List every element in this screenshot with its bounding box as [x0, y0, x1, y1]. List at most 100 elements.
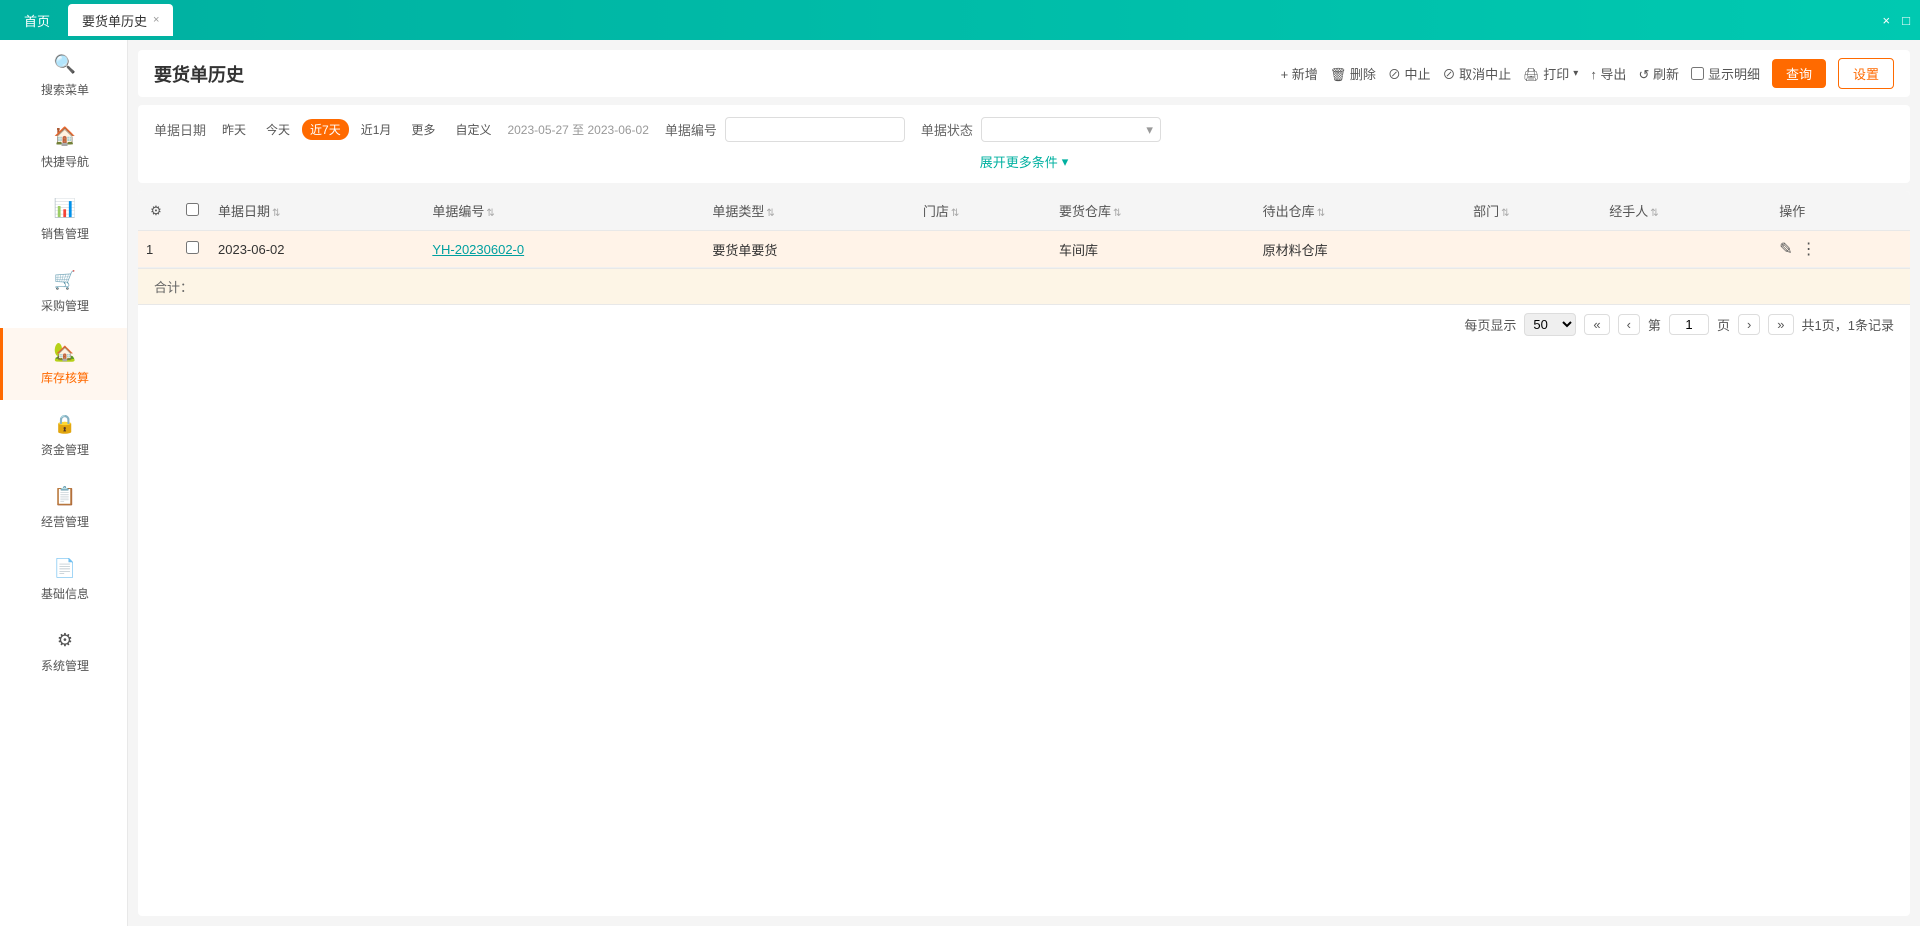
th-handler[interactable]: 经手人⇅ — [1601, 191, 1771, 231]
top-bar: 首页 要货单历史 × × □ — [0, 0, 1920, 40]
row-doc-number: YH-20230602-0 — [424, 231, 704, 268]
date-pill-custom[interactable]: 自定义 — [447, 119, 499, 140]
next-page-btn[interactable]: › — [1738, 314, 1760, 335]
sidebar-item-search-menu[interactable]: 🔍 搜索菜单 — [0, 40, 127, 112]
sidebar-item-system[interactable]: ⚙ 系统管理 — [0, 616, 127, 688]
settings-gear-icon[interactable]: ⚙ — [150, 203, 162, 218]
sidebar-item-purchase[interactable]: 🛒 采购管理 — [0, 256, 127, 328]
show-detail-toggle[interactable]: 显示明细 — [1691, 64, 1760, 83]
th-department[interactable]: 部门⇅ — [1465, 191, 1601, 231]
table-row: 1 2023-06-02 YH-20230602-0 要货单要货 车间库 原材料… — [138, 231, 1910, 268]
row-doc-date: 2023-06-02 — [210, 231, 424, 268]
sidebar-label-basic-info: 基础信息 — [41, 585, 89, 602]
main-layout: 🔍 搜索菜单 🏠 快捷导航 📊 销售管理 🛒 采购管理 🏡 库存核算 🔒 资金管… — [0, 40, 1920, 926]
finance-icon: 🔒 — [54, 414, 76, 435]
delete-label: 🗑 删除 — [1330, 64, 1376, 83]
th-doc-date[interactable]: 单据日期⇅ — [210, 191, 424, 231]
new-button[interactable]: + 新增 — [1281, 64, 1318, 83]
th-doc-type[interactable]: 单据类型⇅ — [704, 191, 914, 231]
tab-requisition-history[interactable]: 要货单历史 × — [68, 4, 173, 36]
tab-close-icon[interactable]: × — [153, 14, 159, 26]
doc-number-link[interactable]: YH-20230602-0 — [432, 242, 524, 257]
row-checkbox[interactable] — [186, 241, 199, 254]
page-size-label: 每页显示 — [1464, 315, 1516, 334]
th-pending-warehouse[interactable]: 待出仓库⇅ — [1255, 191, 1465, 231]
tab-home[interactable]: 首页 — [10, 4, 64, 36]
date-pill-more[interactable]: 更多 — [403, 119, 443, 140]
sort-icon-doc-number: ⇅ — [486, 208, 494, 219]
th-doc-number[interactable]: 单据编号⇅ — [424, 191, 704, 231]
summary-label: 合计： — [154, 277, 193, 296]
page-size-select[interactable]: 50 20 100 — [1524, 313, 1576, 336]
date-pill-today[interactable]: 今天 — [258, 119, 298, 140]
date-pill-1month[interactable]: 近1月 — [353, 119, 400, 140]
select-all-checkbox[interactable] — [186, 203, 199, 216]
row-pending-warehouse: 原材料仓库 — [1255, 231, 1465, 268]
sidebar-item-operations[interactable]: 📋 经营管理 — [0, 472, 127, 544]
prev-page-btn[interactable]: ‹ — [1618, 314, 1640, 335]
sidebar-label-operations: 经营管理 — [41, 513, 89, 530]
date-pill-yesterday[interactable]: 昨天 — [214, 119, 254, 140]
export-label: ↑ 导出 — [1590, 64, 1626, 83]
first-page-btn[interactable]: « — [1584, 314, 1609, 335]
doc-status-filter-group: 单据状态 ▾ — [921, 117, 1161, 142]
row-checkbox-cell — [174, 231, 210, 268]
row-action: ✎ ⋮ — [1771, 231, 1910, 268]
stop-button[interactable]: ⊘ 中止 — [1388, 64, 1431, 83]
query-button[interactable]: 查询 — [1772, 59, 1826, 88]
sort-icon-handler: ⇅ — [1650, 208, 1658, 219]
refresh-button[interactable]: ↺ 刷新 — [1638, 64, 1679, 83]
export-button[interactable]: ↑ 导出 — [1590, 64, 1626, 83]
date-pill-7days[interactable]: 近7天 — [302, 119, 349, 140]
doc-number-label: 单据编号 — [665, 120, 717, 139]
top-bar-right: × □ — [1883, 13, 1910, 28]
print-label: 🖨 打印 — [1523, 64, 1569, 83]
page-suffix-label: 页 — [1717, 315, 1730, 334]
doc-status-select-wrapper: ▾ — [981, 117, 1161, 142]
tab-requisition-history-label: 要货单历史 — [82, 11, 147, 30]
th-action: 操作 — [1771, 191, 1910, 231]
date-range-display: 2023-05-27 至 2023-06-02 — [507, 121, 648, 138]
system-icon: ⚙ — [57, 630, 73, 651]
sidebar-label-system: 系统管理 — [41, 657, 89, 674]
date-filter-group: 单据日期 昨天 今天 近7天 近1月 更多 自定义 2023-05-27 至 2… — [154, 119, 649, 140]
row-edit-icon[interactable]: ✎ — [1779, 239, 1792, 259]
show-detail-checkbox[interactable] — [1691, 67, 1704, 80]
th-store[interactable]: 门店⇅ — [915, 191, 1051, 231]
window-close-btn[interactable]: × — [1883, 13, 1891, 28]
sidebar-label-finance: 资金管理 — [41, 441, 89, 458]
refresh-label: ↺ 刷新 — [1638, 64, 1679, 83]
sidebar-item-inventory[interactable]: 🏡 库存核算 — [0, 328, 127, 400]
print-button[interactable]: 🖨 打印 ▾ — [1523, 64, 1578, 83]
expand-more-btn[interactable]: 展开更多条件 ▾ — [980, 152, 1069, 171]
query-label: 查询 — [1786, 64, 1812, 83]
purchase-icon: 🛒 — [54, 270, 76, 291]
cancel-stop-button[interactable]: ⊘ 取消中止 — [1443, 64, 1512, 83]
page-number-input[interactable] — [1669, 314, 1709, 335]
sidebar-label-purchase: 采购管理 — [41, 297, 89, 314]
settings-button[interactable]: 设置 — [1838, 58, 1894, 89]
tab-home-label: 首页 — [24, 11, 50, 30]
sidebar-item-sales[interactable]: 📊 销售管理 — [0, 184, 127, 256]
date-pills: 昨天 今天 近7天 近1月 更多 自定义 — [214, 119, 499, 140]
search-icon: 🔍 — [54, 54, 76, 75]
last-page-btn[interactable]: » — [1768, 314, 1793, 335]
expand-chevron-icon: ▾ — [1062, 154, 1069, 170]
window-maximize-btn[interactable]: □ — [1902, 13, 1910, 28]
doc-status-select[interactable] — [981, 117, 1161, 142]
table-wrapper: ⚙ 单据日期⇅ 单据编号⇅ 单据类型⇅ — [138, 191, 1910, 916]
row-handler — [1601, 231, 1771, 268]
date-label: 单据日期 — [154, 120, 206, 139]
sidebar-item-quick-nav[interactable]: 🏠 快捷导航 — [0, 112, 127, 184]
sales-icon: 📊 — [54, 198, 76, 219]
th-req-warehouse[interactable]: 要货仓库⇅ — [1051, 191, 1255, 231]
sidebar-item-basic-info[interactable]: 📄 基础信息 — [0, 544, 127, 616]
delete-button[interactable]: 🗑 删除 — [1330, 64, 1376, 83]
sort-icon-pending-warehouse: ⇅ — [1317, 208, 1325, 219]
sidebar-item-finance[interactable]: 🔒 资金管理 — [0, 400, 127, 472]
print-chevron-icon: ▾ — [1573, 68, 1578, 79]
doc-number-input[interactable] — [725, 117, 905, 142]
row-more-icon[interactable]: ⋮ — [1801, 239, 1817, 259]
page-prefix-label: 第 — [1648, 315, 1661, 334]
th-checkbox — [174, 191, 210, 231]
